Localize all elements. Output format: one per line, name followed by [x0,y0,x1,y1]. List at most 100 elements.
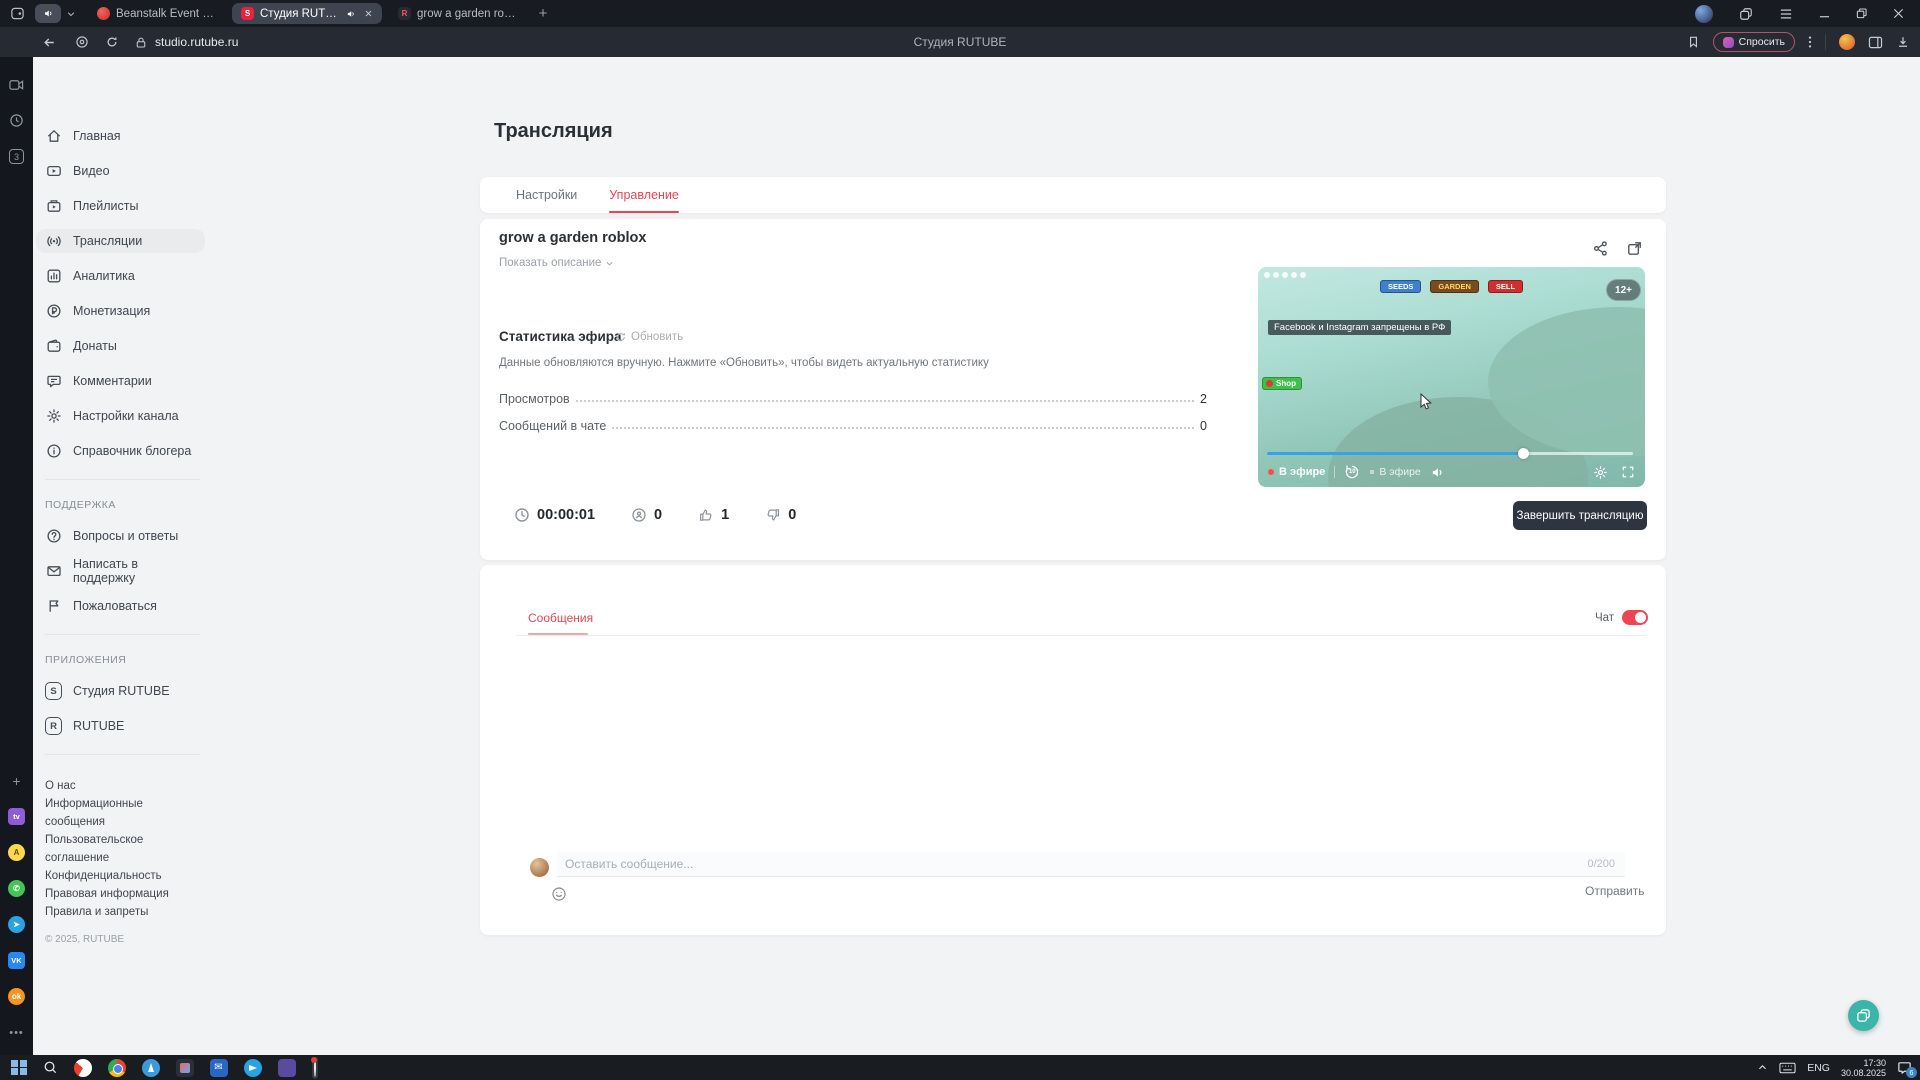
taskbar-clock[interactable]: 17:30 30.08.2025 [1841,1058,1886,1078]
sidebar-item-analytics[interactable]: Аналитика [36,264,205,288]
sidebar-item-channel-settings[interactable]: Настройки канала [36,404,205,428]
vk-icon[interactable]: VK [8,952,25,969]
keyboard-icon[interactable] [1779,1062,1796,1074]
protect-icon[interactable] [75,35,89,49]
sidebar-item-contact-support[interactable]: Написать в поддержку [36,557,205,585]
sidebar-item-report[interactable]: Пожаловаться [36,594,205,618]
sidebar-item-playlists[interactable]: Плейлисты [36,194,205,218]
taskbar-app-mail-icon[interactable]: ✉ [209,1058,228,1077]
tab-messages[interactable]: Сообщения [528,611,593,625]
telegram-icon[interactable]: ➤ [8,916,25,933]
footer-link-legal[interactable]: Правовая информация [45,885,205,903]
sidebar-item-donations[interactable]: Донаты [36,334,205,358]
back-icon[interactable] [42,35,57,50]
sidebar-item-broadcasts[interactable]: Трансляции [36,229,205,253]
emoji-icon[interactable] [551,886,567,902]
history-clock-icon[interactable] [8,112,25,129]
tray-expand-icon[interactable] [1757,1062,1768,1073]
sidebar-item-rutube-app[interactable]: R RUTUBE [36,714,205,738]
download-icon[interactable] [1896,35,1910,49]
windows-taskbar: ✉ ENG 17:30 30.08.2025 6 [0,1055,1920,1080]
taskbar-app-obs-active[interactable] [311,1056,318,1079]
end-broadcast-button[interactable]: Завершить трансляцию [1513,501,1647,530]
sidebar-item-faq[interactable]: Вопросы и ответы [36,524,205,548]
browser-tab-1[interactable]: Beanstalk Event | Grow a G [88,3,225,24]
browser-profile-avatar[interactable] [1695,4,1713,23]
footer-link-info[interactable]: Информационные сообщения [45,795,205,831]
extension-avatar-icon[interactable] [1839,34,1855,50]
live-status-label[interactable]: В эфире [1379,466,1420,478]
ok-icon[interactable]: ok [8,988,25,1005]
taskbar-app-compass-icon[interactable] [141,1058,160,1077]
player-progress-bar[interactable] [1267,447,1633,459]
sidebar-item-monetization[interactable]: Монетизация [36,299,205,323]
sidebar-item-studio-app[interactable]: S Студия RUTUBE [36,679,205,703]
footer-link-about[interactable]: О нас [45,777,205,795]
widget-fab-button[interactable] [1848,1000,1879,1031]
progress-knob[interactable] [1518,447,1530,459]
sidebar-item-comments[interactable]: Комментарии [36,369,205,393]
chat-message-input[interactable] [557,857,1588,871]
notes-badge-icon[interactable]: 3 [8,148,25,165]
minimize-icon[interactable] [1819,8,1830,19]
language-indicator[interactable]: ENG [1807,1062,1830,1074]
whatsapp-icon[interactable]: ✆ [8,880,25,897]
taskbar-app-photos-icon[interactable] [175,1058,194,1077]
more-panel-icon[interactable]: ••• [8,1024,25,1041]
taskbar-search-icon[interactable] [43,1060,58,1075]
refresh-icon[interactable] [105,35,119,49]
chevron-down-icon[interactable] [66,9,76,19]
footer-link-terms[interactable]: Пользовательское соглашение [45,831,205,867]
taskbar-app-browser-icon[interactable] [73,1058,92,1077]
stream-preview-player[interactable]: SEEDS GARDEN SELL 12+ Facebook и Instagr… [1258,267,1645,487]
footer-link-privacy[interactable]: Конфиденциальность [45,867,205,885]
sidebar-label: Пожаловаться [73,599,157,613]
browser-tab-3[interactable]: R grow a garden roblox [389,3,526,24]
video-call-icon[interactable] [8,76,25,93]
player-settings-icon[interactable] [1593,465,1608,480]
likes-count[interactable]: 1 [698,507,729,523]
replay-10-icon[interactable]: 10 [1344,464,1360,480]
tab-settings[interactable]: Настройки [516,177,577,213]
browser-address-bar: Студия RUTUBE studio.rutube.ru Спросить [0,27,1920,57]
share-icon[interactable] [1592,240,1609,257]
show-description-link[interactable]: Показать описание [499,257,614,269]
add-panel-icon[interactable]: + [8,772,25,789]
tab-close-icon[interactable] [364,9,373,18]
taskbar-app-purple-icon[interactable] [277,1058,296,1077]
lock-icon[interactable] [135,36,147,49]
browser-tab-2-active[interactable]: S Студия RUTUBE [232,3,382,24]
notification-center-icon[interactable]: 6 [1897,1060,1917,1078]
sidebar-panel-icon[interactable] [1868,36,1883,49]
start-button[interactable] [11,1059,27,1076]
bookmark-icon[interactable] [1687,35,1700,49]
tab-groups-icon[interactable] [1739,7,1753,21]
new-tab-button[interactable]: + [533,4,553,24]
tab-management[interactable]: Управление [609,177,679,213]
url-text[interactable]: studio.rutube.ru [155,35,238,49]
sidebar-item-home[interactable]: Главная [36,124,205,148]
footer-link-rules[interactable]: Правила и запреты [45,903,205,921]
close-icon[interactable] [1893,8,1904,19]
chat-toggle[interactable] [1622,610,1649,625]
taskbar-app-chrome-icon[interactable] [107,1058,126,1077]
fullscreen-icon[interactable] [1621,465,1635,479]
rutube-app-icon: R [45,717,62,735]
taskbar-app-telegram-icon[interactable] [243,1058,262,1077]
sidebar-item-blogger-guide[interactable]: Справочник блогера [36,439,205,463]
maximize-icon[interactable] [1856,8,1867,19]
menu-icon[interactable] [1779,8,1793,20]
twitch-icon[interactable]: tv [8,808,25,825]
sidebar-item-videos[interactable]: Видео [36,159,205,183]
tab-overview-icon[interactable] [10,6,25,21]
send-message-button[interactable]: Отправить [1585,884,1645,898]
kebab-menu-icon[interactable] [1808,35,1812,49]
volume-icon[interactable] [1430,465,1445,480]
assistant-icon[interactable]: A [8,844,25,861]
tab-audio-icon[interactable] [346,9,356,19]
refresh-stats-button[interactable]: Обновить [615,331,683,343]
open-external-icon[interactable] [1626,240,1643,257]
ask-ai-button[interactable]: Спросить [1712,32,1795,52]
dislikes-count[interactable]: 0 [765,507,796,523]
tab-audio-button[interactable] [35,4,61,23]
